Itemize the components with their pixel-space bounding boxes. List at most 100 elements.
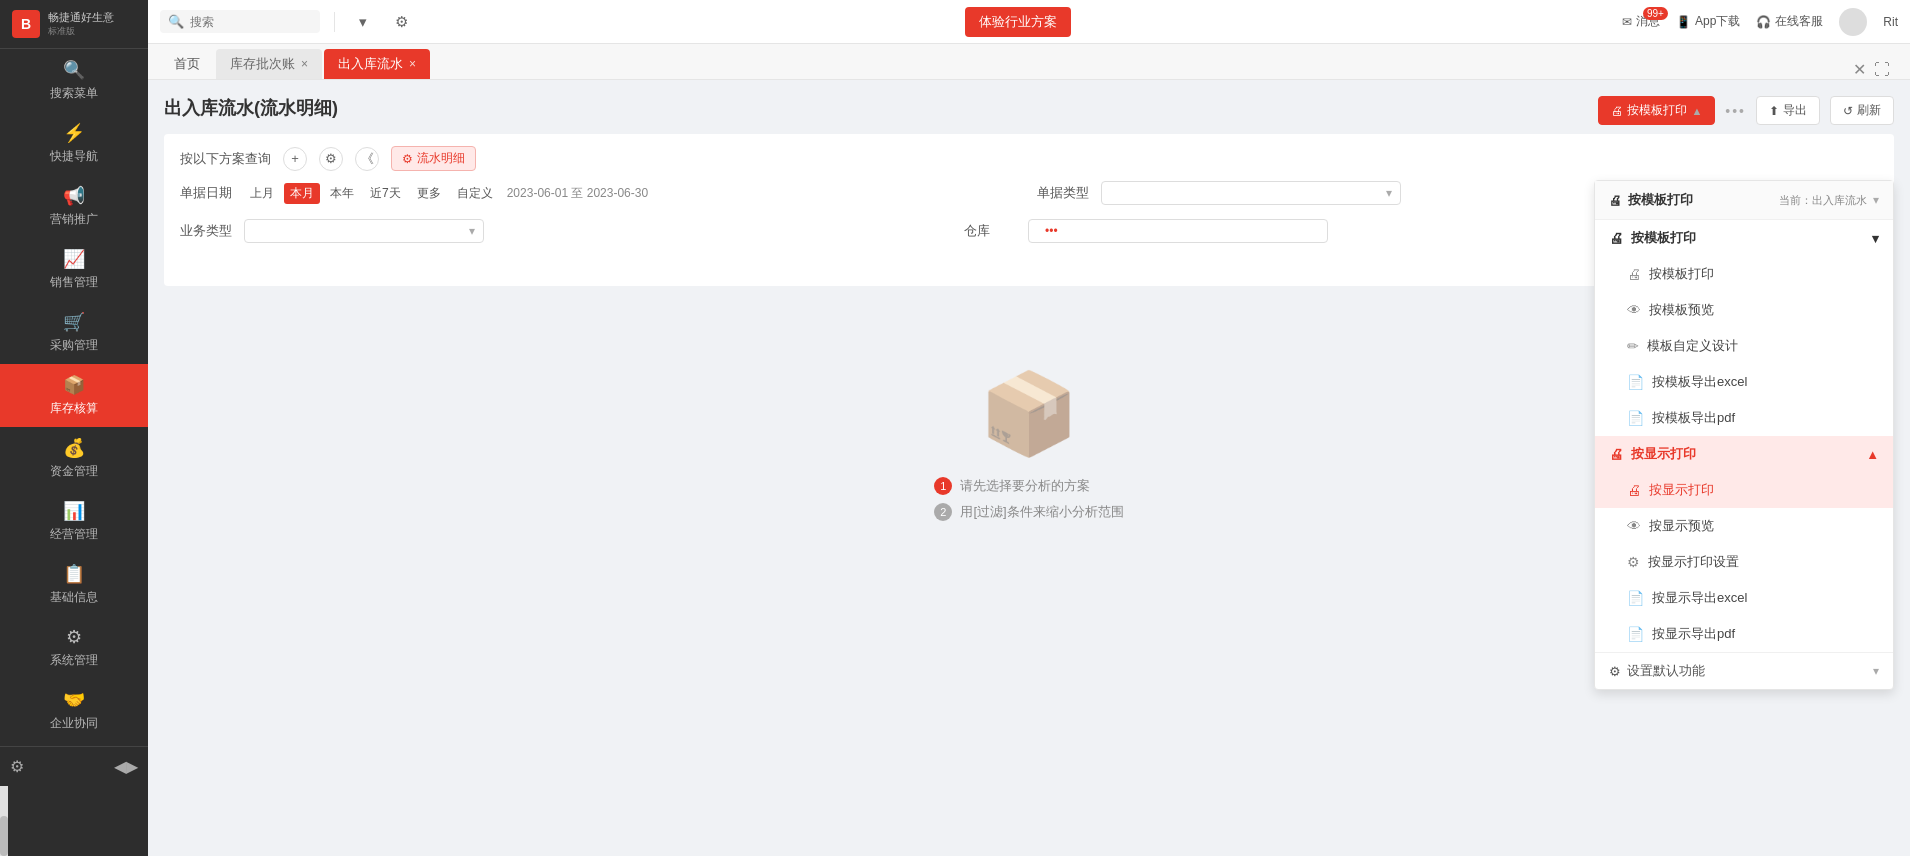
step-1-text: 请先选择要分析的方案: [960, 477, 1090, 495]
step-num-1: 1: [934, 477, 952, 495]
flow-tab-label: 出入库流水: [338, 55, 403, 73]
collapse-icon[interactable]: ◀▶: [114, 757, 138, 776]
template-section-title-area: 🖨 按模板打印: [1609, 229, 1696, 247]
sidebar-icon-basic: 📋: [63, 563, 85, 585]
window-close-btn[interactable]: ✕: [1853, 60, 1866, 79]
online-service-btn[interactable]: 🎧 在线客服: [1756, 13, 1823, 30]
sidebar-item-marketing[interactable]: 📢 营销推广: [0, 175, 148, 238]
tabs-bar: 首页 库存批次账 × 出入库流水 × ✕ ⛶: [148, 44, 1910, 80]
date-tab-custom[interactable]: 自定义: [451, 183, 499, 204]
display-preview-icon: 👁: [1627, 518, 1641, 534]
topbar-search-box[interactable]: 🔍: [160, 10, 320, 33]
template-section-arrow: ▾: [1872, 231, 1879, 246]
batch-tab-label: 库存批次账: [230, 55, 295, 73]
display-print-section-header[interactable]: 🖨 按显示打印 ▲: [1595, 436, 1893, 472]
more-dots-btn[interactable]: •••: [1725, 103, 1746, 119]
sidebar-scrollbar[interactable]: [0, 786, 8, 856]
app-download-btn[interactable]: 📱 App下载: [1676, 13, 1740, 30]
display-excel-item[interactable]: 📄 按显示导出excel: [1595, 580, 1893, 616]
date-tab-more[interactable]: 更多: [411, 183, 447, 204]
topbar-settings-btn[interactable]: ⚙: [387, 8, 415, 36]
sidebar-item-operation[interactable]: 📊 经营管理: [0, 490, 148, 553]
template-excel-item[interactable]: 📄 按模板导出excel: [1595, 364, 1893, 400]
default-icon: ⚙: [1609, 664, 1621, 679]
home-tab-label: 首页: [174, 55, 200, 73]
sidebar-label-basic: 基础信息: [50, 589, 98, 606]
export-icon: ⬆: [1769, 104, 1779, 118]
online-service-label: 在线客服: [1775, 13, 1823, 30]
empty-step-1: 1 请先选择要分析的方案: [934, 477, 1123, 495]
sidebar-item-finance[interactable]: 💰 资金管理: [0, 427, 148, 490]
print-dropdown-arrow[interactable]: ▲: [1691, 105, 1702, 117]
print-btn[interactable]: 🖨 按模板打印 ▲: [1598, 96, 1715, 125]
doc-type-arrow: ▾: [1386, 186, 1392, 200]
print-dropdown-panel: 🖨 按模板打印 当前：出入库流水 ▾ 🖨 按模板打印 ▾: [1594, 180, 1894, 690]
main-area: 🔍 ▾ ⚙ 体验行业方案 ✉ 消息 99+ 📱 App下载 🎧 在线: [148, 0, 1910, 856]
sidebar-item-system[interactable]: ⚙ 系统管理: [0, 616, 148, 679]
warehouse-select[interactable]: •••: [1028, 219, 1328, 243]
sidebar-item-search[interactable]: 🔍 搜索菜单: [0, 49, 148, 112]
window-expand-btn[interactable]: ⛶: [1874, 61, 1890, 79]
sidebar-icon-marketing: 📢: [63, 185, 85, 207]
trial-btn[interactable]: 体验行业方案: [965, 7, 1071, 37]
settings-icon[interactable]: ⚙: [10, 757, 24, 776]
display-section-arrow: ▲: [1866, 447, 1879, 462]
refresh-btn-label: 刷新: [1857, 102, 1881, 119]
date-tab-this-month[interactable]: 本月: [284, 183, 320, 204]
message-icon: ✉: [1622, 15, 1632, 29]
flow-detail-label: 流水明细: [417, 150, 465, 167]
template-print-item[interactable]: 🖨 按模板打印: [1595, 256, 1893, 292]
filter-settings-btn[interactable]: ⚙: [319, 147, 343, 171]
sidebar-item-sales[interactable]: 📈 销售管理: [0, 238, 148, 301]
dropdown-current-label: 当前：出入库流水: [1779, 193, 1867, 208]
template-pdf-label: 按模板导出pdf: [1652, 409, 1735, 427]
template-custom-item[interactable]: ✏ 模板自定义设计: [1595, 328, 1893, 364]
doc-type-select[interactable]: ▾: [1101, 181, 1401, 205]
flow-detail-tag: ⚙ 流水明细: [391, 146, 476, 171]
sidebar-label-collab: 企业协同: [50, 715, 98, 732]
step-2-text: 用[过滤]条件来缩小分析范围: [960, 503, 1123, 521]
export-btn[interactable]: ⬆ 导出: [1756, 96, 1820, 125]
filter-collapse-btn[interactable]: 《: [355, 147, 379, 171]
set-default-btn[interactable]: ⚙ 设置默认功能 ▾: [1595, 652, 1893, 689]
template-print-icon: 🖨: [1627, 266, 1641, 282]
topbar-dropdown-btn[interactable]: ▾: [349, 8, 377, 36]
template-preview-label: 按模板预览: [1649, 301, 1714, 319]
tab-flow[interactable]: 出入库流水 ×: [324, 49, 430, 79]
display-excel-label: 按显示导出excel: [1652, 589, 1747, 607]
sidebar-item-purchase[interactable]: 🛒 采购管理: [0, 301, 148, 364]
date-tab-7days[interactable]: 近7天: [364, 183, 407, 204]
sidebar-icon-operation: 📊: [63, 500, 85, 522]
template-pdf-item[interactable]: 📄 按模板导出pdf: [1595, 400, 1893, 436]
sidebar-icon-finance: 💰: [63, 437, 85, 459]
tab-home[interactable]: 首页: [160, 49, 214, 79]
display-pdf-item[interactable]: 📄 按显示导出pdf: [1595, 616, 1893, 652]
warehouse-more-btn[interactable]: •••: [1045, 224, 1058, 238]
template-printer-icon: 🖨: [1609, 230, 1623, 246]
date-tab-this-year[interactable]: 本年: [324, 183, 360, 204]
display-pdf-label: 按显示导出pdf: [1652, 625, 1735, 643]
display-print-icon: 🖨: [1627, 482, 1641, 498]
sidebar-item-basic[interactable]: 📋 基础信息: [0, 553, 148, 616]
sidebar-item-shortcut[interactable]: ⚡ 快捷导航: [0, 112, 148, 175]
template-custom-icon: ✏: [1627, 338, 1639, 354]
flow-tab-close[interactable]: ×: [409, 57, 416, 71]
filter-add-btn[interactable]: +: [283, 147, 307, 171]
batch-tab-close[interactable]: ×: [301, 57, 308, 71]
biz-type-select[interactable]: ▾: [244, 219, 484, 243]
display-preview-item[interactable]: 👁 按显示预览: [1595, 508, 1893, 544]
template-print-section-header[interactable]: 🖨 按模板打印 ▾: [1595, 220, 1893, 256]
tab-batch[interactable]: 库存批次账 ×: [216, 49, 322, 79]
message-btn[interactable]: ✉ 消息 99+: [1622, 13, 1660, 30]
sidebar-item-collab[interactable]: 🤝 企业协同: [0, 679, 148, 742]
display-settings-item[interactable]: ⚙ 按显示打印设置: [1595, 544, 1893, 580]
display-preview-label: 按显示预览: [1649, 517, 1714, 535]
template-preview-item[interactable]: 👁 按模板预览: [1595, 292, 1893, 328]
display-print-item[interactable]: 🖨 按显示打印: [1595, 472, 1893, 508]
sidebar-item-inventory[interactable]: 📦 库存核算: [0, 364, 148, 427]
date-tab-last-month[interactable]: 上月: [244, 183, 280, 204]
template-custom-label: 模板自定义设计: [1647, 337, 1738, 355]
dropdown-collapse-arrow[interactable]: ▾: [1873, 193, 1879, 207]
search-input[interactable]: [190, 15, 290, 29]
refresh-btn[interactable]: ↺ 刷新: [1830, 96, 1894, 125]
